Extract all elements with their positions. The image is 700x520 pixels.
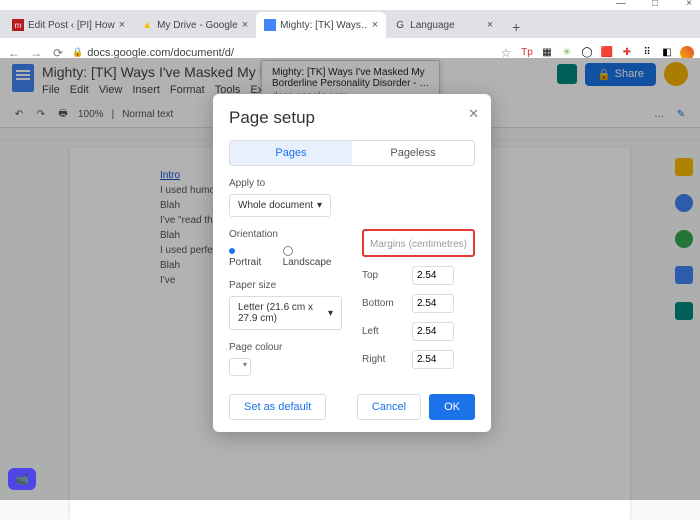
radio-landscape[interactable]: Landscape bbox=[283, 246, 342, 268]
margins-label: Margins (centimetres) bbox=[370, 238, 467, 250]
margin-bottom-input[interactable] bbox=[412, 294, 454, 313]
orientation-label: Orientation bbox=[229, 229, 342, 240]
tab-strip: m Edit Post ‹ [PI] How × ▲ My Drive - Go… bbox=[0, 10, 700, 38]
page-color-label: Page colour bbox=[229, 342, 342, 353]
tab-title: Language bbox=[410, 20, 483, 31]
browser-tab-0[interactable]: m Edit Post ‹ [PI] How × bbox=[4, 12, 133, 38]
apply-to-select[interactable]: Whole document ▾ bbox=[229, 194, 331, 217]
paper-size-select[interactable]: Letter (21.6 cm x 27.9 cm) ▾ bbox=[229, 296, 342, 330]
paper-size-label: Paper size bbox=[229, 280, 342, 291]
pages-tabs: Pages Pageless bbox=[229, 140, 475, 166]
favicon: ▲ bbox=[141, 19, 153, 31]
margin-right-input[interactable] bbox=[412, 350, 454, 369]
tab-title: My Drive - Google bbox=[157, 20, 238, 31]
cancel-button[interactable]: Cancel bbox=[357, 394, 421, 420]
margin-left-input[interactable] bbox=[412, 322, 454, 341]
margin-top-input[interactable] bbox=[412, 266, 454, 285]
dialog-title: Page setup bbox=[229, 108, 475, 128]
caret-down-icon: ▾ bbox=[328, 308, 333, 319]
caret-down-icon: ▾ bbox=[317, 200, 322, 211]
tab-pages[interactable]: Pages bbox=[230, 141, 352, 165]
tab-title: Edit Post ‹ [PI] How bbox=[28, 20, 115, 31]
favicon: m bbox=[12, 19, 24, 31]
margins-heading-highlight: Margins (centimetres) bbox=[362, 229, 475, 257]
set-default-button[interactable]: Set as default bbox=[229, 394, 326, 420]
dialog-close-icon[interactable]: ✕ bbox=[468, 106, 479, 122]
browser-tab-3[interactable]: G Language × bbox=[386, 12, 501, 38]
paper-size-value: Letter (21.6 cm x 27.9 cm) bbox=[238, 302, 324, 324]
radio-label: Landscape bbox=[283, 257, 332, 268]
tab-pageless[interactable]: Pageless bbox=[352, 141, 474, 165]
tab-close-icon[interactable]: × bbox=[487, 19, 493, 31]
favicon bbox=[264, 19, 276, 31]
new-tab-button[interactable]: + bbox=[505, 16, 527, 38]
ok-button[interactable]: OK bbox=[429, 394, 475, 420]
radio-portrait[interactable]: Portrait bbox=[229, 246, 269, 268]
tab-close-icon[interactable]: × bbox=[119, 19, 125, 31]
url-text: docs.google.com/document/d/ bbox=[87, 47, 234, 59]
browser-tab-2[interactable]: Mighty: [TK] Ways… × bbox=[256, 12, 386, 38]
page-setup-dialog: Page setup ✕ Pages Pageless Apply to Who… bbox=[213, 94, 491, 432]
margin-bottom-label: Bottom bbox=[362, 298, 402, 309]
window-close[interactable]: × bbox=[682, 0, 696, 12]
apply-to-value: Whole document bbox=[238, 200, 313, 211]
lock-icon: 🔒 bbox=[72, 47, 83, 58]
margin-left-label: Left bbox=[362, 326, 402, 337]
page-color-select[interactable] bbox=[229, 358, 251, 376]
window-maximize[interactable]: □ bbox=[648, 0, 662, 12]
apply-to-label: Apply to bbox=[229, 178, 475, 189]
browser-tab-1[interactable]: ▲ My Drive - Google × bbox=[133, 12, 256, 38]
tab-close-icon[interactable]: × bbox=[242, 19, 248, 31]
tab-close-icon[interactable]: × bbox=[372, 19, 378, 31]
radio-label: Portrait bbox=[229, 257, 261, 268]
tab-title: Mighty: [TK] Ways… bbox=[280, 20, 368, 31]
margin-top-label: Top bbox=[362, 270, 402, 281]
margin-right-label: Right bbox=[362, 354, 402, 365]
url-field[interactable]: 🔒 docs.google.com/document/d/ bbox=[72, 47, 492, 59]
floating-video-icon[interactable]: 📹 bbox=[8, 468, 36, 490]
favicon: G bbox=[394, 19, 406, 31]
window-minimize[interactable]: — bbox=[614, 0, 628, 12]
